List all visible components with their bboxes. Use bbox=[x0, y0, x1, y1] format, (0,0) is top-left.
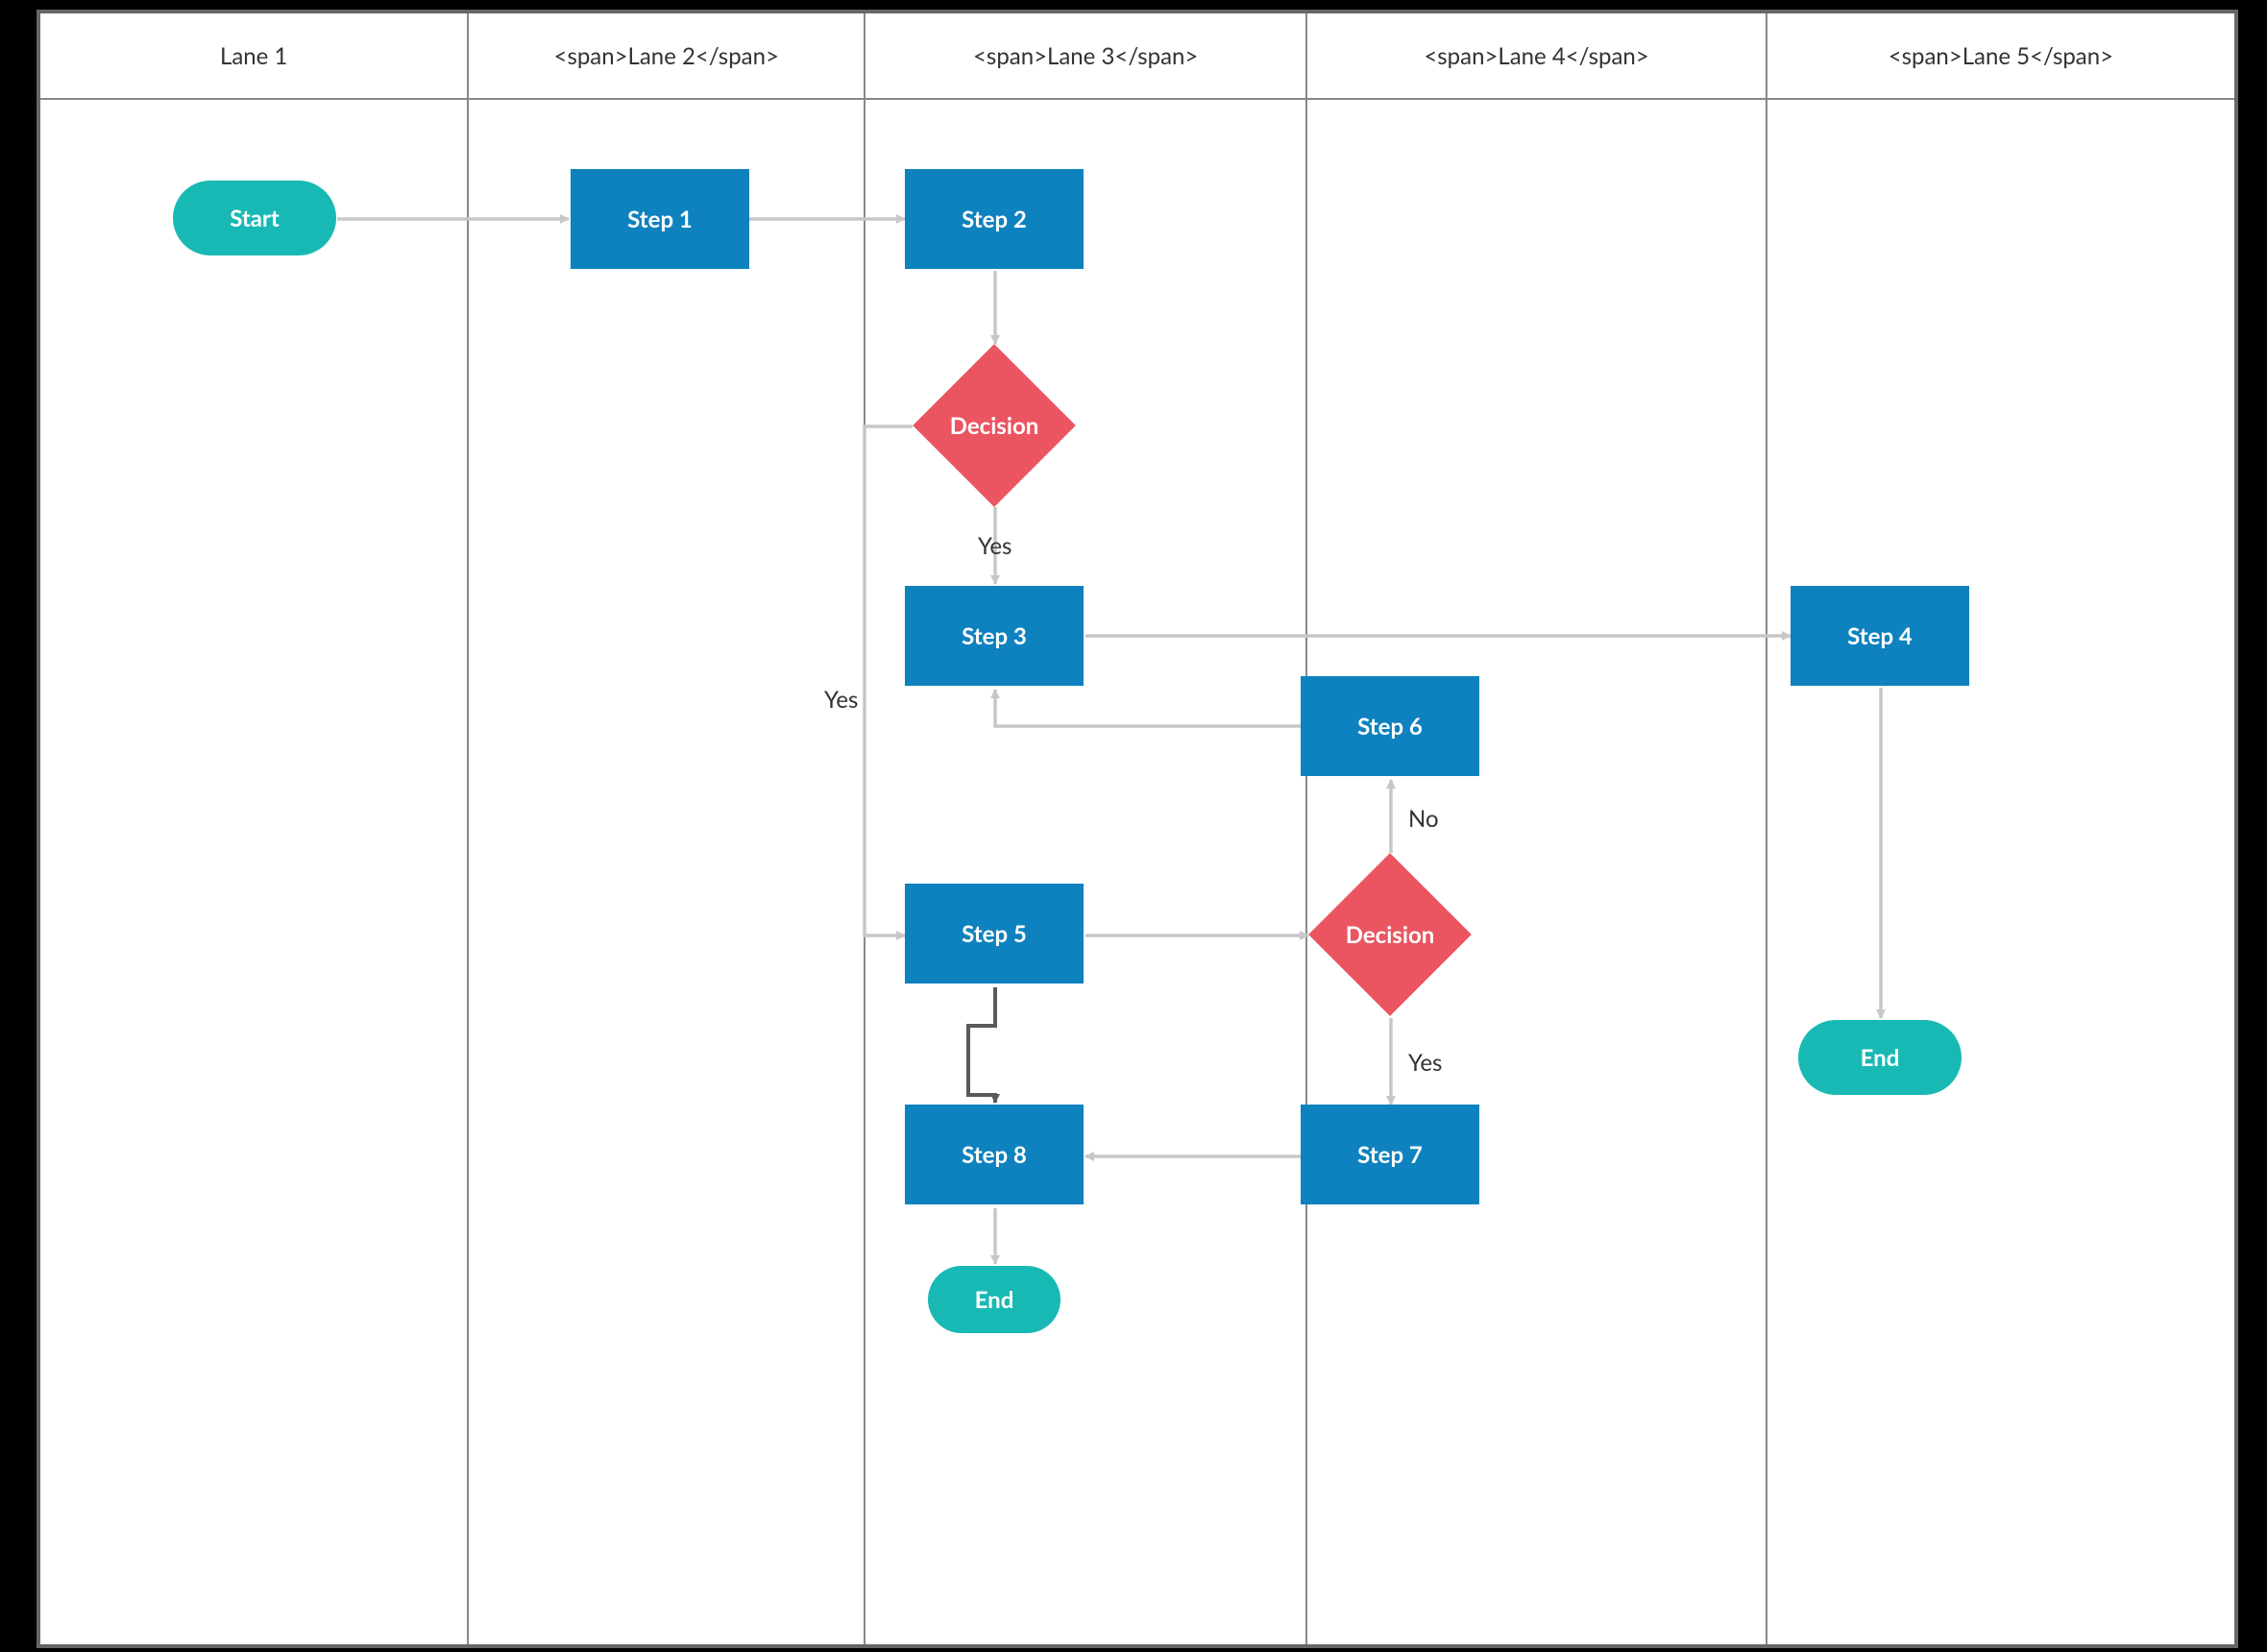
lane-body-5 bbox=[1767, 98, 2234, 1644]
end1-terminator[interactable]: End bbox=[1798, 1020, 1962, 1095]
lane-header-4: <span>Lane 4</span> bbox=[1307, 13, 1767, 98]
start-terminator[interactable]: Start bbox=[173, 181, 336, 255]
end2-terminator[interactable]: End bbox=[928, 1266, 1060, 1333]
step5-process[interactable]: Step 5 bbox=[905, 884, 1084, 984]
edge-label-yes3: Yes bbox=[1408, 1049, 1442, 1077]
edge-label-no: No bbox=[1408, 805, 1439, 833]
lane-header-5: <span>Lane 5</span> bbox=[1767, 13, 2234, 98]
decision2-label: Decision bbox=[1308, 853, 1472, 1016]
step7-process[interactable]: Step 7 bbox=[1301, 1105, 1479, 1204]
step6-process[interactable]: Step 6 bbox=[1301, 676, 1479, 776]
decision1-label: Decision bbox=[913, 344, 1076, 507]
step3-process[interactable]: Step 3 bbox=[905, 586, 1084, 686]
edge-label-yes2: Yes bbox=[824, 686, 858, 714]
swimlane-pool: Lane 1 <span>Lane 2</span> <span>Lane 3<… bbox=[37, 10, 2238, 1648]
page: Lane 1 <span>Lane 2</span> <span>Lane 3<… bbox=[0, 0, 2267, 1652]
step2-process[interactable]: Step 2 bbox=[905, 169, 1084, 269]
step8-process[interactable]: Step 8 bbox=[905, 1105, 1084, 1204]
lane-body-2 bbox=[469, 98, 865, 1644]
lane-body-1 bbox=[40, 98, 469, 1644]
edge-label-yes1: Yes bbox=[978, 532, 1012, 560]
lane-body-3 bbox=[865, 98, 1307, 1644]
lane-header-3: <span>Lane 3</span> bbox=[865, 13, 1307, 98]
lane-body-row bbox=[40, 98, 2234, 1644]
decision2-diamond[interactable]: Decision bbox=[1308, 853, 1472, 1016]
lane-header-row: Lane 1 <span>Lane 2</span> <span>Lane 3<… bbox=[40, 13, 2234, 100]
lane-header-2: <span>Lane 2</span> bbox=[469, 13, 865, 98]
lane-header-1: Lane 1 bbox=[40, 13, 469, 98]
decision1-diamond[interactable]: Decision bbox=[913, 344, 1076, 507]
step4-process[interactable]: Step 4 bbox=[1791, 586, 1969, 686]
step1-process[interactable]: Step 1 bbox=[571, 169, 749, 269]
